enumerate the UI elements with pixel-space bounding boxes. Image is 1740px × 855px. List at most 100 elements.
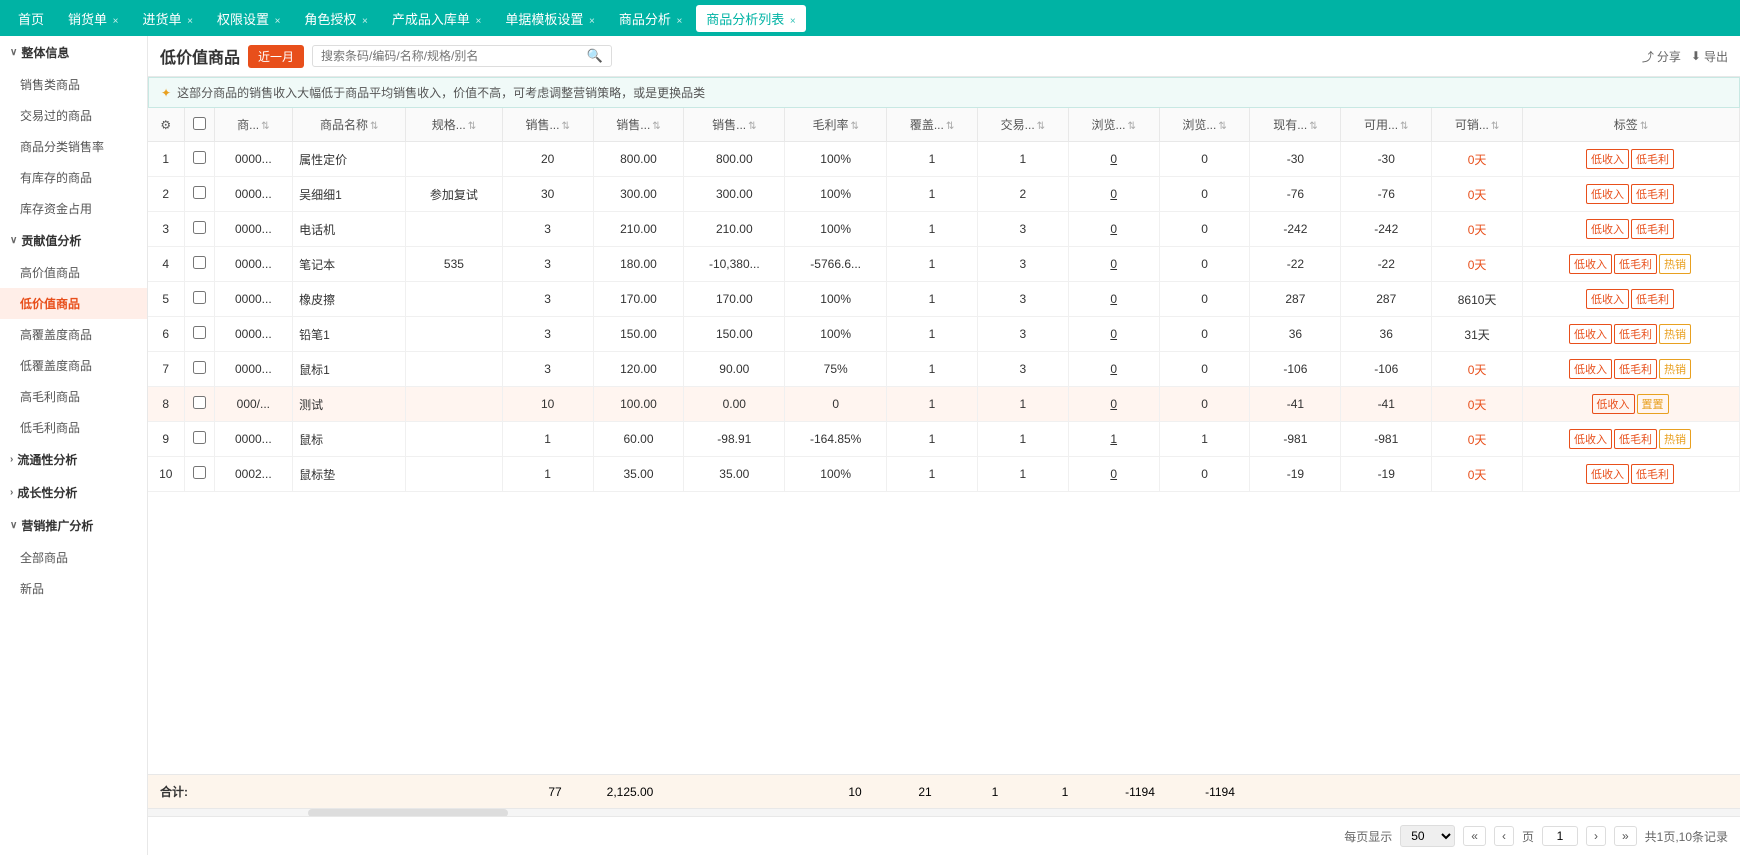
sidebar-group-marketing[interactable]: ∨ 营销推广分析	[0, 509, 147, 542]
sidebar-item-sales-products[interactable]: 销售类商品	[0, 69, 147, 100]
close-template-icon[interactable]: ×	[589, 16, 595, 27]
sidebar-group-growth[interactable]: › 成长性分析	[0, 476, 147, 509]
browse1-link[interactable]: 0	[1110, 327, 1117, 341]
nav-permissions[interactable]: 权限设置 ×	[207, 5, 290, 32]
sidebar-item-low-margin[interactable]: 低毛利商品	[0, 412, 147, 443]
browse1-link[interactable]: 0	[1110, 187, 1117, 201]
row-checkbox-cell[interactable]	[184, 177, 214, 212]
row-checkbox-cell[interactable]	[184, 247, 214, 282]
close-analysis-list-icon[interactable]: ×	[790, 16, 796, 27]
row-checkbox-cell[interactable]	[184, 282, 214, 317]
col-code[interactable]: 商...⇅	[214, 108, 293, 142]
horizontal-scrollbar[interactable]	[148, 808, 1740, 816]
col-sale3[interactable]: 销售...⇅	[684, 108, 785, 142]
row-checkbox-cell[interactable]	[184, 142, 214, 177]
row-checkbox-cell[interactable]	[184, 387, 214, 422]
close-sales-order-icon[interactable]: ×	[113, 16, 119, 27]
sidebar-group-contribution[interactable]: ∨ 贡献值分析	[0, 224, 147, 257]
browse1-link[interactable]: 0	[1110, 257, 1117, 271]
browse1-link[interactable]: 0	[1110, 467, 1117, 481]
col-margin[interactable]: 毛利率⇅	[785, 108, 887, 142]
export-button[interactable]: ⬇ 导出	[1691, 48, 1728, 65]
browse1-link[interactable]: 0	[1110, 362, 1117, 376]
row-checkbox[interactable]	[193, 431, 206, 444]
table-row: 90000...鼠标160.00-98.91-164.85%1111-981-9…	[148, 422, 1740, 457]
sidebar-item-new-products[interactable]: 新品	[0, 573, 147, 604]
col-browse1[interactable]: 浏览...⇅	[1068, 108, 1159, 142]
col-settings[interactable]: ⚙	[148, 108, 184, 142]
sidebar-item-category-sales-rate[interactable]: 商品分类销售率	[0, 131, 147, 162]
sidebar-group-overall[interactable]: ∨ 整体信息	[0, 36, 147, 69]
row-checkbox-cell[interactable]	[184, 457, 214, 492]
sidebar-item-all-products[interactable]: 全部商品	[0, 542, 147, 573]
sidebar-item-low-coverage[interactable]: 低覆盖度商品	[0, 350, 147, 381]
row-checkbox[interactable]	[193, 186, 206, 199]
browse1-link[interactable]: 1	[1110, 432, 1117, 446]
row-checkbox-cell[interactable]	[184, 317, 214, 352]
col-name[interactable]: 商品名称⇅	[293, 108, 406, 142]
sidebar-item-inventory-funds[interactable]: 库存资金占用	[0, 193, 147, 224]
col-sale2[interactable]: 销售...⇅	[593, 108, 684, 142]
last-page-button[interactable]: »	[1614, 826, 1637, 846]
first-page-button[interactable]: «	[1463, 826, 1486, 846]
next-page-button[interactable]: ›	[1586, 826, 1606, 846]
sidebar-item-high-coverage[interactable]: 高覆盖度商品	[0, 319, 147, 350]
row-saleable-days: 0天	[1432, 212, 1523, 247]
close-analysis-icon[interactable]: ×	[676, 16, 682, 27]
page-input[interactable]	[1542, 826, 1578, 846]
nav-product-warehouse[interactable]: 产成品入库单 ×	[382, 5, 491, 32]
nav-product-analysis[interactable]: 商品分析 ×	[609, 5, 692, 32]
browse1-link[interactable]: 0	[1110, 292, 1117, 306]
nav-home[interactable]: 首页	[8, 5, 54, 32]
sidebar-item-low-value[interactable]: 低价值商品	[0, 288, 147, 319]
nav-sales-order[interactable]: 销货单 ×	[58, 5, 128, 32]
col-trade[interactable]: 交易...⇅	[977, 108, 1068, 142]
sidebar-item-high-value[interactable]: 高价值商品	[0, 257, 147, 288]
prev-page-button[interactable]: ‹	[1494, 826, 1514, 846]
col-current[interactable]: 现有...⇅	[1250, 108, 1341, 142]
col-browse2[interactable]: 浏览...⇅	[1159, 108, 1250, 142]
row-checkbox[interactable]	[193, 221, 206, 234]
browse1-link[interactable]: 0	[1110, 222, 1117, 236]
nav-purchase-order[interactable]: 进货单 ×	[132, 5, 202, 32]
browse1-link[interactable]: 0	[1110, 397, 1117, 411]
row-checkbox-cell[interactable]	[184, 422, 214, 457]
row-checkbox-cell[interactable]	[184, 352, 214, 387]
sidebar-item-high-margin[interactable]: 高毛利商品	[0, 381, 147, 412]
row-checkbox[interactable]	[193, 291, 206, 304]
per-page-select[interactable]: 50 20 100	[1400, 825, 1455, 847]
close-roles-icon[interactable]: ×	[362, 16, 368, 27]
row-cover: 1	[887, 247, 978, 282]
row-checkbox[interactable]	[193, 396, 206, 409]
nav-product-analysis-list[interactable]: 商品分析列表 ×	[696, 5, 805, 32]
row-checkbox[interactable]	[193, 466, 206, 479]
row-checkbox[interactable]	[193, 151, 206, 164]
row-browse1[interactable]: 1	[1068, 422, 1159, 457]
col-cover[interactable]: 覆盖...⇅	[887, 108, 978, 142]
sidebar-item-traded-products[interactable]: 交易过的商品	[0, 100, 147, 131]
col-spec[interactable]: 规格...⇅	[406, 108, 503, 142]
col-saleable[interactable]: 可销...⇅	[1432, 108, 1523, 142]
select-all-checkbox[interactable]	[193, 117, 206, 130]
search-input[interactable]	[321, 49, 587, 63]
filter-button[interactable]: 近一月	[248, 45, 304, 68]
close-permissions-icon[interactable]: ×	[275, 16, 281, 27]
browse1-link[interactable]: 0	[1110, 152, 1117, 166]
col-tags[interactable]: 标签⇅	[1523, 108, 1740, 142]
sidebar-group-circulation[interactable]: › 流通性分析	[0, 443, 147, 476]
row-checkbox[interactable]	[193, 326, 206, 339]
close-purchase-icon[interactable]: ×	[187, 16, 193, 27]
row-checkbox[interactable]	[193, 361, 206, 374]
row-checkbox[interactable]	[193, 256, 206, 269]
row-browse2: 0	[1159, 352, 1250, 387]
nav-roles[interactable]: 角色授权 ×	[294, 5, 377, 32]
close-warehouse-icon[interactable]: ×	[476, 16, 482, 27]
share-button[interactable]: ⤴ 分享	[1642, 48, 1681, 65]
sidebar-item-in-stock-products[interactable]: 有库存的商品	[0, 162, 147, 193]
nav-template-settings[interactable]: 单据模板设置 ×	[495, 5, 604, 32]
col-sale1[interactable]: 销售...⇅	[502, 108, 593, 142]
col-checkbox[interactable]	[184, 108, 214, 142]
col-available[interactable]: 可用...⇅	[1341, 108, 1432, 142]
search-icon[interactable]: 🔍	[587, 48, 603, 64]
row-checkbox-cell[interactable]	[184, 212, 214, 247]
